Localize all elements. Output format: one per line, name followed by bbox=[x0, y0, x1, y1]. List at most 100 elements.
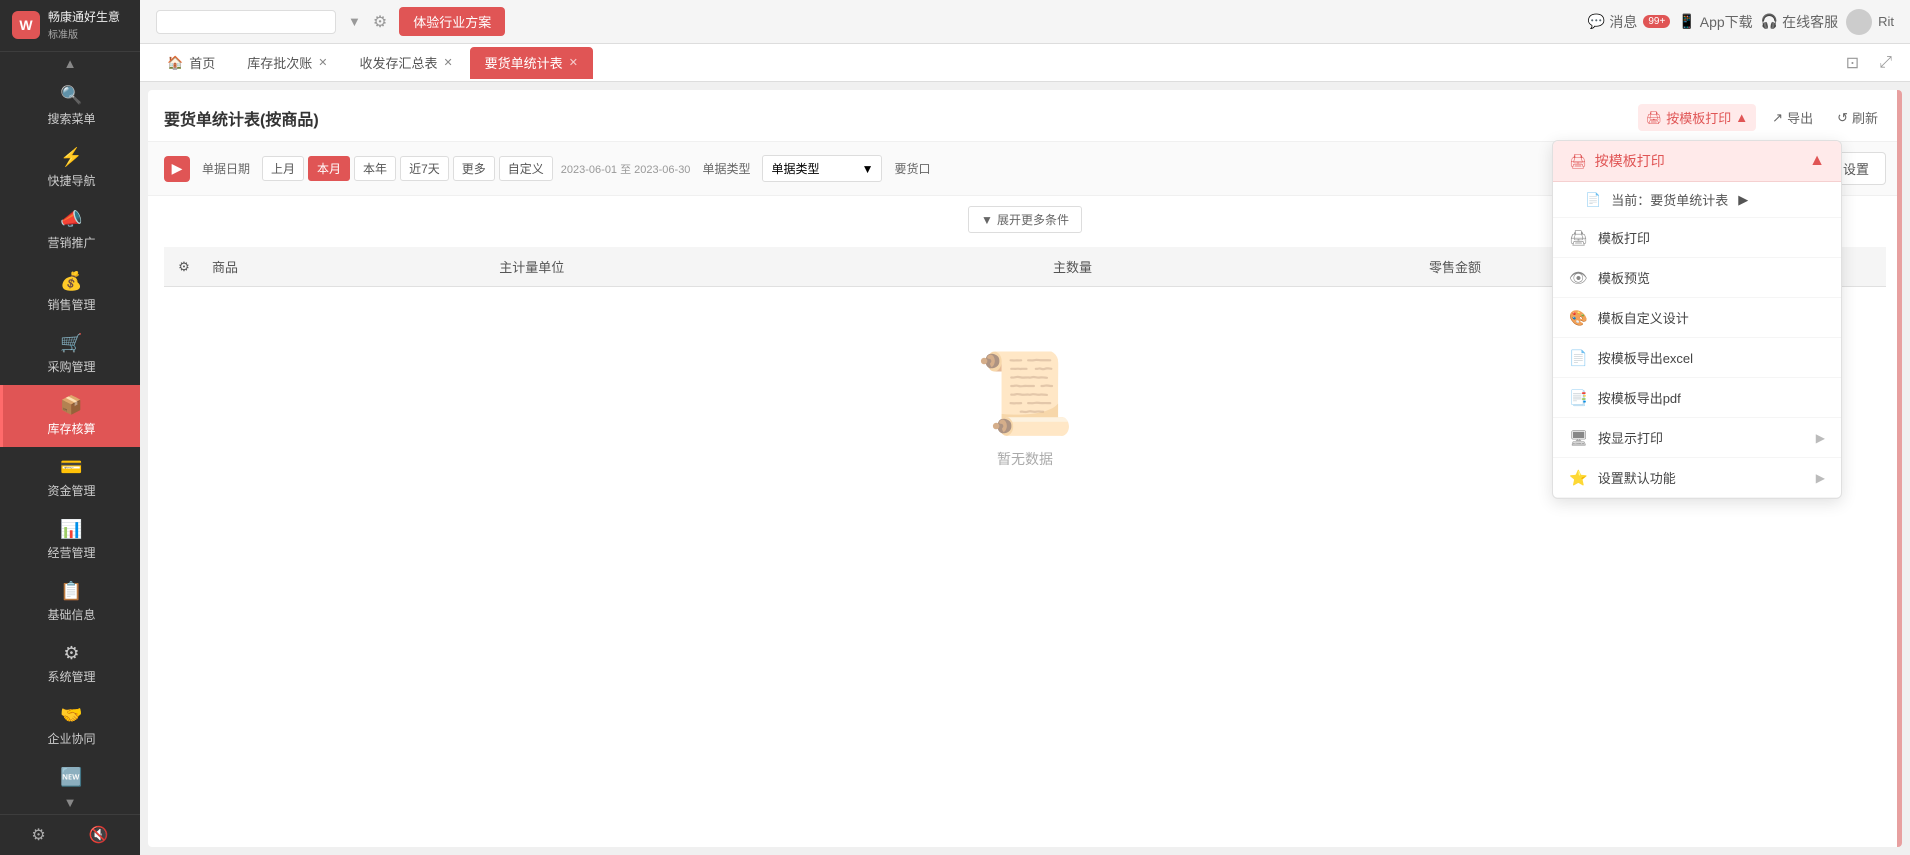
sidebar-item-newbie[interactable]: 🆕 新手引导 bbox=[0, 757, 140, 791]
message-badge: 99+ bbox=[1643, 15, 1670, 28]
template-pdf-label: 按模板导出pdf bbox=[1598, 388, 1825, 407]
sidebar-item-operation[interactable]: 📊 经营管理 bbox=[0, 509, 140, 571]
sidebar-item-label: 搜索菜单 bbox=[47, 110, 95, 127]
tab-receipt-summary[interactable]: 收发存汇总表 ✕ bbox=[344, 47, 467, 79]
default-func-chevron: ▶ bbox=[1816, 471, 1825, 485]
dropdown-printer-icon: 🖨 bbox=[1569, 153, 1587, 170]
topbar-settings-icon[interactable]: ⚙ bbox=[373, 12, 387, 32]
tab-receipt-summary-close[interactable]: ✕ bbox=[443, 56, 452, 69]
trial-btn[interactable]: 体验行业方案 bbox=[399, 7, 505, 36]
doc-type-select[interactable]: 单据类型 ▼ bbox=[762, 155, 882, 182]
sidebar-item-quick-nav[interactable]: ⚡ 快捷导航 bbox=[0, 137, 140, 199]
expand-more-label: 展开更多条件 bbox=[997, 211, 1069, 228]
sidebar-settings-icon[interactable]: ⚙ bbox=[31, 825, 45, 845]
sidebar-scroll-down[interactable]: ▼ bbox=[0, 791, 140, 814]
export-btn[interactable]: ↗ 导出 bbox=[1764, 104, 1821, 131]
sidebar-mute-icon[interactable]: 🔇 bbox=[89, 825, 109, 845]
date-this-year-btn[interactable]: 本年 bbox=[354, 156, 396, 181]
dropdown-close-btn[interactable]: ▲ bbox=[1809, 152, 1825, 170]
collab-icon: 🤝 bbox=[60, 705, 82, 726]
sidebar-item-label: 企业协同 bbox=[47, 730, 95, 747]
dropdown-default-func[interactable]: ⭐ 设置默认功能 ▶ bbox=[1553, 458, 1841, 498]
date-filter-label: 单据日期 bbox=[202, 160, 250, 177]
topbar-actions: 💬 消息 99+ 📱 App下载 🎧 在线客服 Rit bbox=[1588, 9, 1894, 35]
tab-batch-account[interactable]: 库存批次账 ✕ bbox=[232, 47, 342, 79]
sidebar-item-collab[interactable]: 🤝 企业协同 bbox=[0, 695, 140, 757]
empty-illustration: 📜 bbox=[975, 347, 1075, 441]
tab-batch-account-label: 库存批次账 bbox=[247, 53, 312, 72]
table-col-qty: 主数量 bbox=[1045, 247, 1421, 287]
display-print-icon: 🖥 bbox=[1569, 429, 1588, 447]
logo-text-block: 畅康通好生意 标准版 bbox=[48, 10, 120, 41]
online-service-btn[interactable]: 🎧 在线客服 bbox=[1761, 12, 1838, 32]
message-label: 消息 bbox=[1609, 12, 1637, 32]
user-menu[interactable]: Rit bbox=[1846, 9, 1894, 35]
topbar-search-input[interactable] bbox=[156, 10, 336, 34]
sidebar-item-search[interactable]: 🔍 搜索菜单 bbox=[0, 75, 140, 137]
sidebar-scroll-up[interactable]: ▲ bbox=[0, 52, 140, 75]
tab-order-stats[interactable]: 要货单统计表 ✕ bbox=[470, 47, 593, 79]
resize-handle[interactable] bbox=[1897, 90, 1902, 847]
topbar-search-icon[interactable]: ▼ bbox=[348, 14, 361, 29]
sidebar-item-label: 库存核算 bbox=[47, 420, 95, 437]
finance-icon: 💳 bbox=[60, 457, 82, 478]
tab-home[interactable]: 🏠 首页 bbox=[152, 47, 230, 79]
bell-icon: 💬 bbox=[1588, 13, 1605, 30]
dropdown-template-pdf[interactable]: 📑 按模板导出pdf bbox=[1553, 378, 1841, 418]
date-more-btn[interactable]: 更多 bbox=[453, 156, 495, 181]
sidebar-item-label: 资金管理 bbox=[47, 482, 95, 499]
date-custom-btn[interactable]: 自定义 bbox=[499, 156, 553, 181]
basic-icon: 📋 bbox=[60, 581, 82, 602]
message-btn[interactable]: 💬 消息 99+ bbox=[1588, 12, 1670, 32]
user-name: Rit bbox=[1878, 14, 1894, 29]
filter-expand-btn[interactable]: ▶ bbox=[164, 156, 190, 182]
sidebar-item-purchase[interactable]: 🛒 采购管理 bbox=[0, 323, 140, 385]
user-avatar bbox=[1846, 9, 1872, 35]
dropdown-current-item[interactable]: 📄 当前：要货单统计表 ▶ bbox=[1553, 182, 1841, 218]
dropdown-template-preview[interactable]: 👁 模板预览 bbox=[1553, 258, 1841, 298]
date-this-month-btn[interactable]: 本月 bbox=[308, 156, 350, 181]
dropdown-template-excel[interactable]: 📄 按模板导出excel bbox=[1553, 338, 1841, 378]
sidebar-item-marketing[interactable]: 📣 营销推广 bbox=[0, 199, 140, 261]
print-template-label: 按模板打印 bbox=[1666, 108, 1731, 127]
tab-maximize-icon[interactable]: ⊡ bbox=[1840, 51, 1865, 75]
sidebar-logo: W 畅康通好生意 标准版 bbox=[0, 0, 140, 52]
sidebar-item-basic[interactable]: 📋 基础信息 bbox=[0, 571, 140, 633]
operation-icon: 📊 bbox=[60, 519, 82, 540]
headset-icon: 🎧 bbox=[1761, 13, 1778, 30]
tab-home-label: 首页 bbox=[189, 53, 215, 72]
print-template-btn[interactable]: 🖨 按模板打印 ▲ bbox=[1638, 104, 1756, 131]
export-icon: ↗ bbox=[1772, 110, 1783, 126]
app-download-btn[interactable]: 📱 App下载 bbox=[1678, 12, 1752, 32]
template-design-label: 模板自定义设计 bbox=[1598, 308, 1825, 327]
sidebar-item-system[interactable]: ⚙ 系统管理 bbox=[0, 633, 140, 695]
dropdown-header-left: 🖨 按模板打印 bbox=[1569, 151, 1665, 171]
export-label: 导出 bbox=[1787, 108, 1813, 127]
sidebar-item-label: 销售管理 bbox=[47, 296, 95, 313]
sidebar-item-inventory[interactable]: 📦 库存核算 bbox=[0, 385, 140, 447]
expand-more-btn[interactable]: ▼ 展开更多条件 bbox=[968, 206, 1082, 233]
table-col-gear[interactable]: ⚙ bbox=[164, 247, 204, 287]
template-preview-icon: 👁 bbox=[1569, 269, 1588, 287]
date-last-7-btn[interactable]: 近7天 bbox=[400, 156, 449, 181]
sidebar-item-finance[interactable]: 💳 资金管理 bbox=[0, 447, 140, 509]
purchase-icon: 🛒 bbox=[60, 333, 82, 354]
logo-icon: W bbox=[12, 11, 40, 39]
tab-restore-icon[interactable]: ⤢ bbox=[1873, 52, 1898, 74]
dropdown-template-print[interactable]: 🖨 模板打印 bbox=[1553, 218, 1841, 258]
logo-name: 畅康通好生意 bbox=[48, 10, 120, 26]
sidebar-footer: ⚙ 🔇 bbox=[0, 814, 140, 855]
refresh-btn[interactable]: ↺ 刷新 bbox=[1829, 104, 1886, 131]
template-pdf-icon: 📑 bbox=[1569, 389, 1588, 407]
order-cat-filter-label: 要货口 bbox=[894, 160, 930, 177]
date-prev-month-btn[interactable]: 上月 bbox=[262, 156, 304, 181]
dropdown-template-design[interactable]: 🎨 模板自定义设计 bbox=[1553, 298, 1841, 338]
dropdown-header: 🖨 按模板打印 ▲ bbox=[1553, 141, 1841, 182]
content-area: 要货单统计表(按商品) 🖨 按模板打印 ▲ ↗ 导出 ↺ 刷新 ▶ bbox=[148, 90, 1902, 847]
tab-order-stats-close[interactable]: ✕ bbox=[569, 56, 578, 69]
tab-batch-account-close[interactable]: ✕ bbox=[318, 56, 327, 69]
dropdown-current-label: 当前：要货单统计表 bbox=[1611, 190, 1728, 209]
search-icon: 🔍 bbox=[60, 85, 82, 106]
dropdown-display-print[interactable]: 🖥 按显示打印 ▶ bbox=[1553, 418, 1841, 458]
sidebar-item-sales[interactable]: 💰 销售管理 bbox=[0, 261, 140, 323]
